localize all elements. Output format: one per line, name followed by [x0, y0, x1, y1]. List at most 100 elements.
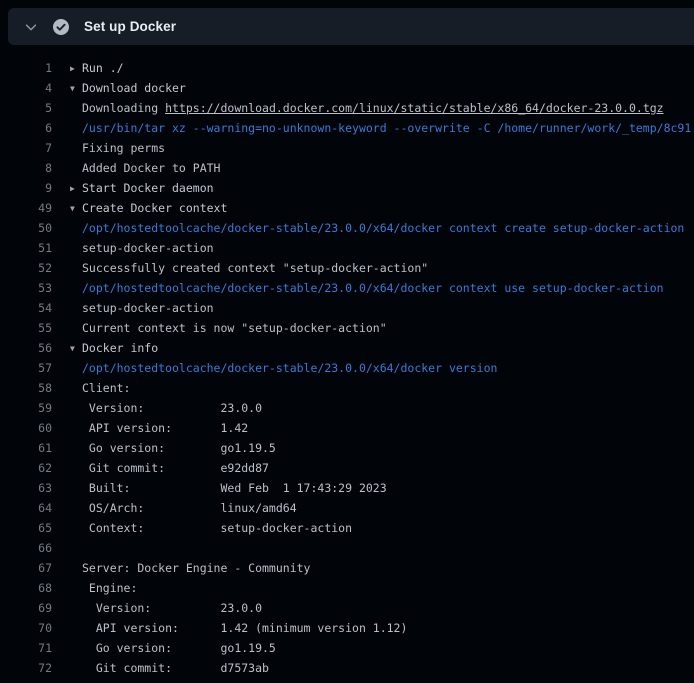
- line-number[interactable]: 68: [0, 578, 52, 598]
- log-line: 9 ▶Start Docker daemon: [0, 178, 694, 198]
- line-number[interactable]: 5: [0, 98, 52, 118]
- log-link[interactable]: https://download.docker.com/linux/static…: [165, 101, 664, 115]
- log-text: Client:: [70, 378, 130, 398]
- log-line: 64 OS/Arch: linux/amd64: [0, 498, 694, 518]
- log-line: 60 API version: 1.42: [0, 418, 694, 438]
- log-line: 61 Go version: go1.19.5: [0, 438, 694, 458]
- log-text: Added Docker to PATH: [70, 158, 220, 178]
- log-viewer: 1▶Run ./4▼Download docker5Downloading ht…: [0, 45, 694, 683]
- line-number[interactable]: 4: [0, 78, 52, 98]
- log-line: 4 ▼Download docker: [0, 78, 694, 98]
- line-number[interactable]: 55: [0, 318, 52, 338]
- log-line: 56 ▼Docker info: [0, 338, 694, 358]
- log-text: Version: 23.0.0: [70, 598, 262, 618]
- log-line: 50/opt/hostedtoolcache/docker-stable/23.…: [0, 218, 694, 238]
- log-line: 59 Version: 23.0.0: [0, 398, 694, 418]
- log-text: Built: Wed Feb 1 17:43:29 2023: [70, 478, 387, 498]
- log-text: Go version: go1.19.5: [70, 438, 276, 458]
- log-line: 49 ▼Create Docker context: [0, 198, 694, 218]
- log-line: 68 Engine:: [0, 578, 694, 598]
- log-line: 67 Server: Docker Engine - Community: [0, 558, 694, 578]
- log-command: /usr/bin/tar xz --warning=no-unknown-key…: [70, 118, 691, 138]
- line-number[interactable]: 64: [0, 498, 52, 518]
- chevron-down-icon: [24, 20, 38, 34]
- log-text: Version: 23.0.0: [70, 398, 262, 418]
- line-number[interactable]: 62: [0, 458, 52, 478]
- log-text: [70, 538, 82, 558]
- log-command: /opt/hostedtoolcache/docker-stable/23.0.…: [70, 218, 684, 238]
- log-line: 69 Version: 23.0.0: [0, 598, 694, 618]
- line-number[interactable]: 65: [0, 518, 52, 538]
- line-number[interactable]: 54: [0, 298, 52, 318]
- log-text: Successfully created context "setup-dock…: [70, 258, 428, 278]
- group-title: Create Docker context: [82, 201, 227, 215]
- log-text: Git commit: d7573ab: [70, 658, 269, 678]
- line-number[interactable]: 63: [0, 478, 52, 498]
- line-number[interactable]: 51: [0, 238, 52, 258]
- log-line: 53/opt/hostedtoolcache/docker-stable/23.…: [0, 278, 694, 298]
- line-number[interactable]: 70: [0, 618, 52, 638]
- step-title: Set up Docker: [84, 19, 176, 34]
- log-line: 6/usr/bin/tar xz --warning=no-unknown-ke…: [0, 118, 694, 138]
- collapse-step-button[interactable]: [20, 16, 42, 38]
- log-command: /opt/hostedtoolcache/docker-stable/23.0.…: [70, 358, 497, 378]
- log-text: OS/Arch: linux/amd64: [70, 498, 297, 518]
- line-number[interactable]: 71: [0, 638, 52, 658]
- line-number[interactable]: 58: [0, 378, 52, 398]
- line-number[interactable]: 49: [0, 198, 52, 218]
- log-line: 71 Go version: go1.19.5: [0, 638, 694, 658]
- log-line: 7 Fixing perms: [0, 138, 694, 158]
- log-text: setup-docker-action: [70, 238, 214, 258]
- line-number[interactable]: 7: [0, 138, 52, 158]
- group-title: Docker info: [82, 341, 158, 355]
- triangle-right-icon: ▶: [70, 59, 82, 79]
- log-text: Current context is now "setup-docker-act…: [70, 318, 387, 338]
- log-text: Git commit: e92dd87: [70, 458, 269, 478]
- line-number[interactable]: 56: [0, 338, 52, 358]
- group-title: Run ./: [82, 61, 124, 75]
- log-text: API version: 1.42 (minimum version 1.12): [70, 618, 407, 638]
- group-toggle[interactable]: ▼Create Docker context: [70, 198, 227, 218]
- triangle-down-icon: ▼: [70, 79, 82, 99]
- line-number[interactable]: 57: [0, 358, 52, 378]
- group-toggle[interactable]: ▼Docker info: [70, 338, 158, 358]
- log-line: 63 Built: Wed Feb 1 17:43:29 2023: [0, 478, 694, 498]
- log-line: 55 Current context is now "setup-docker-a…: [0, 318, 694, 338]
- group-toggle[interactable]: ▼Download docker: [70, 78, 186, 98]
- log-text: Engine:: [70, 578, 137, 598]
- group-toggle[interactable]: ▶Run ./: [70, 58, 124, 78]
- group-title: Start Docker daemon: [82, 181, 214, 195]
- line-number[interactable]: 53: [0, 278, 52, 298]
- line-number[interactable]: 61: [0, 438, 52, 458]
- line-number[interactable]: 8: [0, 158, 52, 178]
- log-text: Fixing perms: [70, 138, 165, 158]
- step-success-check-icon: [52, 18, 70, 36]
- line-number[interactable]: 66: [0, 538, 52, 558]
- line-number[interactable]: 52: [0, 258, 52, 278]
- log-text: setup-docker-action: [70, 298, 214, 318]
- line-number[interactable]: 59: [0, 398, 52, 418]
- line-number[interactable]: 69: [0, 598, 52, 618]
- log-text: Server: Docker Engine - Community: [70, 558, 310, 578]
- log-line: 52 Successfully created context "setup-do…: [0, 258, 694, 278]
- triangle-right-icon: ▶: [70, 179, 82, 199]
- log-text: Context: setup-docker-action: [70, 518, 352, 538]
- line-number[interactable]: 67: [0, 558, 52, 578]
- log-line: 54 setup-docker-action: [0, 298, 694, 318]
- log-line: 72 Git commit: d7573ab: [0, 658, 694, 678]
- group-title: Download docker: [82, 81, 186, 95]
- line-number[interactable]: 1: [0, 58, 52, 78]
- triangle-down-icon: ▼: [70, 199, 82, 219]
- line-number[interactable]: 60: [0, 418, 52, 438]
- log-text: Go version: go1.19.5: [70, 638, 276, 658]
- group-toggle[interactable]: ▶Start Docker daemon: [70, 178, 214, 198]
- step-header: Set up Docker: [8, 8, 694, 45]
- log-line: 65 Context: setup-docker-action: [0, 518, 694, 538]
- line-number[interactable]: 72: [0, 658, 52, 678]
- log-line: 58 Client:: [0, 378, 694, 398]
- line-number[interactable]: 6: [0, 118, 52, 138]
- log-line: 8 Added Docker to PATH: [0, 158, 694, 178]
- log-line: 5Downloading https://download.docker.com…: [0, 98, 694, 118]
- line-number[interactable]: 50: [0, 218, 52, 238]
- line-number[interactable]: 9: [0, 178, 52, 198]
